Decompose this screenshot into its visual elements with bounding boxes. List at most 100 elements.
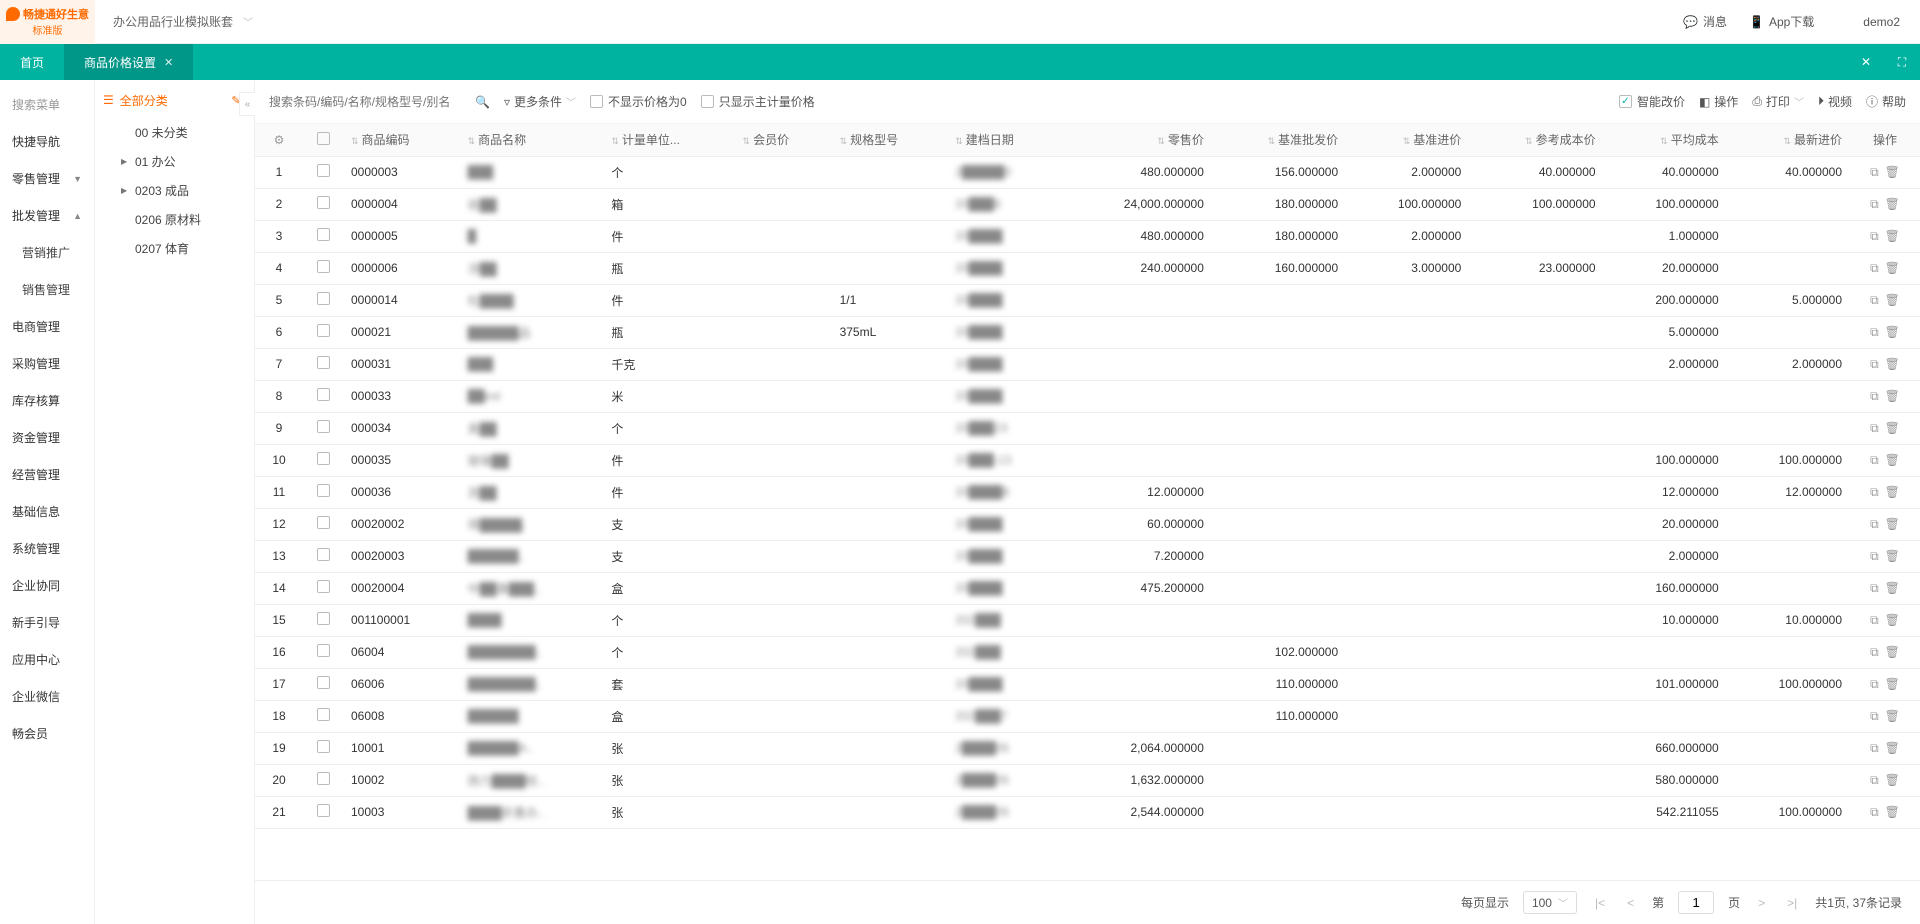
- row-checkbox[interactable]: [317, 356, 330, 369]
- sort-icon[interactable]: ⇅: [1783, 136, 1791, 146]
- row-checkbox[interactable]: [317, 516, 330, 529]
- nav-search[interactable]: 搜索菜单: [0, 86, 94, 123]
- delete-icon[interactable]: 🗑: [1885, 645, 1900, 660]
- table-row[interactable]: 1806008██████盒202███7110.000000⧉🗑: [255, 700, 1920, 732]
- row-checkbox[interactable]: [317, 644, 330, 657]
- col-header[interactable]: ⇅基准批发价: [1212, 124, 1346, 156]
- delete-icon[interactable]: 🗑: [1885, 261, 1900, 276]
- row-checkbox[interactable]: [317, 580, 330, 593]
- page-next-button[interactable]: >: [1754, 896, 1769, 910]
- tree-node-4[interactable]: 0207 体育: [103, 234, 246, 263]
- close-icon[interactable]: ✕: [164, 56, 173, 69]
- select-all-checkbox[interactable]: [317, 132, 330, 145]
- delete-icon[interactable]: 🗑: [1885, 421, 1900, 436]
- col-header[interactable]: ⇅规格型号: [832, 124, 948, 156]
- per-page-select[interactable]: 100﹀: [1523, 891, 1577, 914]
- more-filters[interactable]: ▿更多条件﹀: [504, 93, 576, 110]
- delete-icon[interactable]: 🗑: [1885, 293, 1900, 308]
- sort-icon[interactable]: ⇅: [955, 136, 963, 146]
- sort-icon[interactable]: ⇅: [351, 136, 359, 146]
- table-row[interactable]: 1200020002得█████.支20████60.00000020.0000…: [255, 508, 1920, 540]
- copy-icon[interactable]: ⧉: [1870, 677, 1879, 692]
- page-first-button[interactable]: |<: [1591, 896, 1609, 910]
- video-link[interactable]: ⏵视频: [1818, 93, 1852, 110]
- row-checkbox[interactable]: [317, 708, 330, 721]
- row-checkbox[interactable]: [317, 388, 330, 401]
- row-checkbox[interactable]: [317, 324, 330, 337]
- col-header[interactable]: ⚙: [255, 124, 303, 156]
- table-row[interactable]: 50000014杜████件1/120████200.0000005.00000…: [255, 284, 1920, 316]
- delete-icon[interactable]: 🗑: [1885, 805, 1900, 820]
- row-checkbox[interactable]: [317, 228, 330, 241]
- tree-collapse-button[interactable]: «: [239, 92, 255, 116]
- table-row[interactable]: 11000036测██件20████812.00000012.00000012.…: [255, 476, 1920, 508]
- nav-ecommerce[interactable]: 电商管理: [0, 308, 94, 345]
- copy-icon[interactable]: ⧉: [1870, 645, 1879, 660]
- nav-system[interactable]: 系统管理: [0, 530, 94, 567]
- col-header[interactable]: ⇅计量单位...: [603, 124, 734, 156]
- table-row[interactable]: 6000021██████品瓶375mL20████5.000000⧉🗑: [255, 316, 1920, 348]
- table-row[interactable]: 30000005█件20████480.000000180.0000002.00…: [255, 220, 1920, 252]
- tree-node-1[interactable]: ▶01 办公: [103, 147, 246, 176]
- tree-node-3[interactable]: 0206 原材料: [103, 205, 246, 234]
- table-row[interactable]: 1606004████████..个202███102.000000⧉🗑: [255, 636, 1920, 668]
- copy-icon[interactable]: ⧉: [1870, 709, 1879, 724]
- nav-wechat[interactable]: 企业微信: [0, 678, 94, 715]
- sort-icon[interactable]: ⇅: [1268, 136, 1276, 146]
- delete-icon[interactable]: 🗑: [1885, 325, 1900, 340]
- sort-icon[interactable]: ⇅: [1660, 136, 1668, 146]
- copy-icon[interactable]: ⧉: [1870, 613, 1879, 628]
- sort-icon[interactable]: ⇅: [1525, 136, 1533, 146]
- search-box[interactable]: 🔍: [269, 95, 490, 109]
- tree-node-0[interactable]: 00 未分类: [103, 118, 246, 147]
- delete-icon[interactable]: 🗑: [1885, 677, 1900, 692]
- tree-root[interactable]: ☰ 全部分类 ✎: [103, 90, 246, 118]
- col-header[interactable]: ⇅商品名称: [460, 124, 604, 156]
- operations-menu[interactable]: ◧操作: [1699, 93, 1738, 110]
- sort-icon[interactable]: ⇅: [611, 136, 619, 146]
- col-header[interactable]: ⇅建档日期: [947, 124, 1063, 156]
- col-header[interactable]: ⇅参考成本价: [1469, 124, 1603, 156]
- sort-icon[interactable]: ⇅: [743, 136, 751, 146]
- print-menu[interactable]: ⎙打印﹀: [1752, 93, 1804, 110]
- table-row[interactable]: 1400020004中██事███..盒20████475.200000160.…: [255, 572, 1920, 604]
- gear-icon[interactable]: ⚙: [274, 133, 285, 147]
- tree-node-2[interactable]: ▶0203 成品: [103, 176, 246, 205]
- nav-purchase[interactable]: 采购管理: [0, 345, 94, 382]
- smart-price-checkbox[interactable]: ✓智能改价: [1619, 93, 1685, 110]
- nav-sales[interactable]: 销售管理: [0, 271, 94, 308]
- copy-icon[interactable]: ⧉: [1870, 453, 1879, 468]
- delete-icon[interactable]: 🗑: [1885, 741, 1900, 756]
- table-row[interactable]: 7000031███千克20████2.0000002.000000⧉🗑: [255, 348, 1920, 380]
- sort-icon[interactable]: ⇅: [1403, 136, 1411, 146]
- row-checkbox[interactable]: [317, 452, 330, 465]
- copy-icon[interactable]: ⧉: [1870, 293, 1879, 308]
- delete-icon[interactable]: 🗑: [1885, 389, 1900, 404]
- page-prev-button[interactable]: <: [1623, 896, 1638, 910]
- row-checkbox[interactable]: [317, 196, 330, 209]
- account-selector[interactable]: 办公用品行业模拟账套 ﹀: [95, 13, 271, 30]
- delete-icon[interactable]: 🗑: [1885, 517, 1900, 532]
- delete-icon[interactable]: 🗑: [1885, 581, 1900, 596]
- copy-icon[interactable]: ⧉: [1870, 741, 1879, 756]
- delete-icon[interactable]: 🗑: [1885, 773, 1900, 788]
- messages-link[interactable]: 💬消息: [1683, 13, 1727, 30]
- delete-icon[interactable]: 🗑: [1885, 165, 1900, 180]
- col-header[interactable]: ⇅最新进价: [1727, 124, 1850, 156]
- fullscreen-button[interactable]: ⛶: [1884, 55, 1920, 70]
- table-row[interactable]: 8000033██est米20████⧉🗑: [255, 380, 1920, 412]
- copy-icon[interactable]: ⧉: [1870, 805, 1879, 820]
- table-row[interactable]: 20000004收██箱20███824,000.000000180.00000…: [255, 188, 1920, 220]
- nav-coop[interactable]: 企业协同: [0, 567, 94, 604]
- table-row[interactable]: 10000035玻璃██件20███-13100.000000100.00000…: [255, 444, 1920, 476]
- delete-icon[interactable]: 🗑: [1885, 485, 1900, 500]
- sort-icon[interactable]: ⇅: [1157, 136, 1165, 146]
- table-row[interactable]: 2110003████折叠办..张2████052,544.000000542.…: [255, 796, 1920, 828]
- copy-icon[interactable]: ⧉: [1870, 773, 1879, 788]
- nav-basic[interactable]: 基础信息: [0, 493, 94, 530]
- table-row[interactable]: 40000006涉██瓶20████240.000000160.0000003.…: [255, 252, 1920, 284]
- copy-icon[interactable]: ⧉: [1870, 517, 1879, 532]
- row-checkbox[interactable]: [317, 612, 330, 625]
- col-header[interactable]: ⇅平均成本: [1604, 124, 1727, 156]
- table-row[interactable]: 1910001██████A..张2████052,064.000000660.…: [255, 732, 1920, 764]
